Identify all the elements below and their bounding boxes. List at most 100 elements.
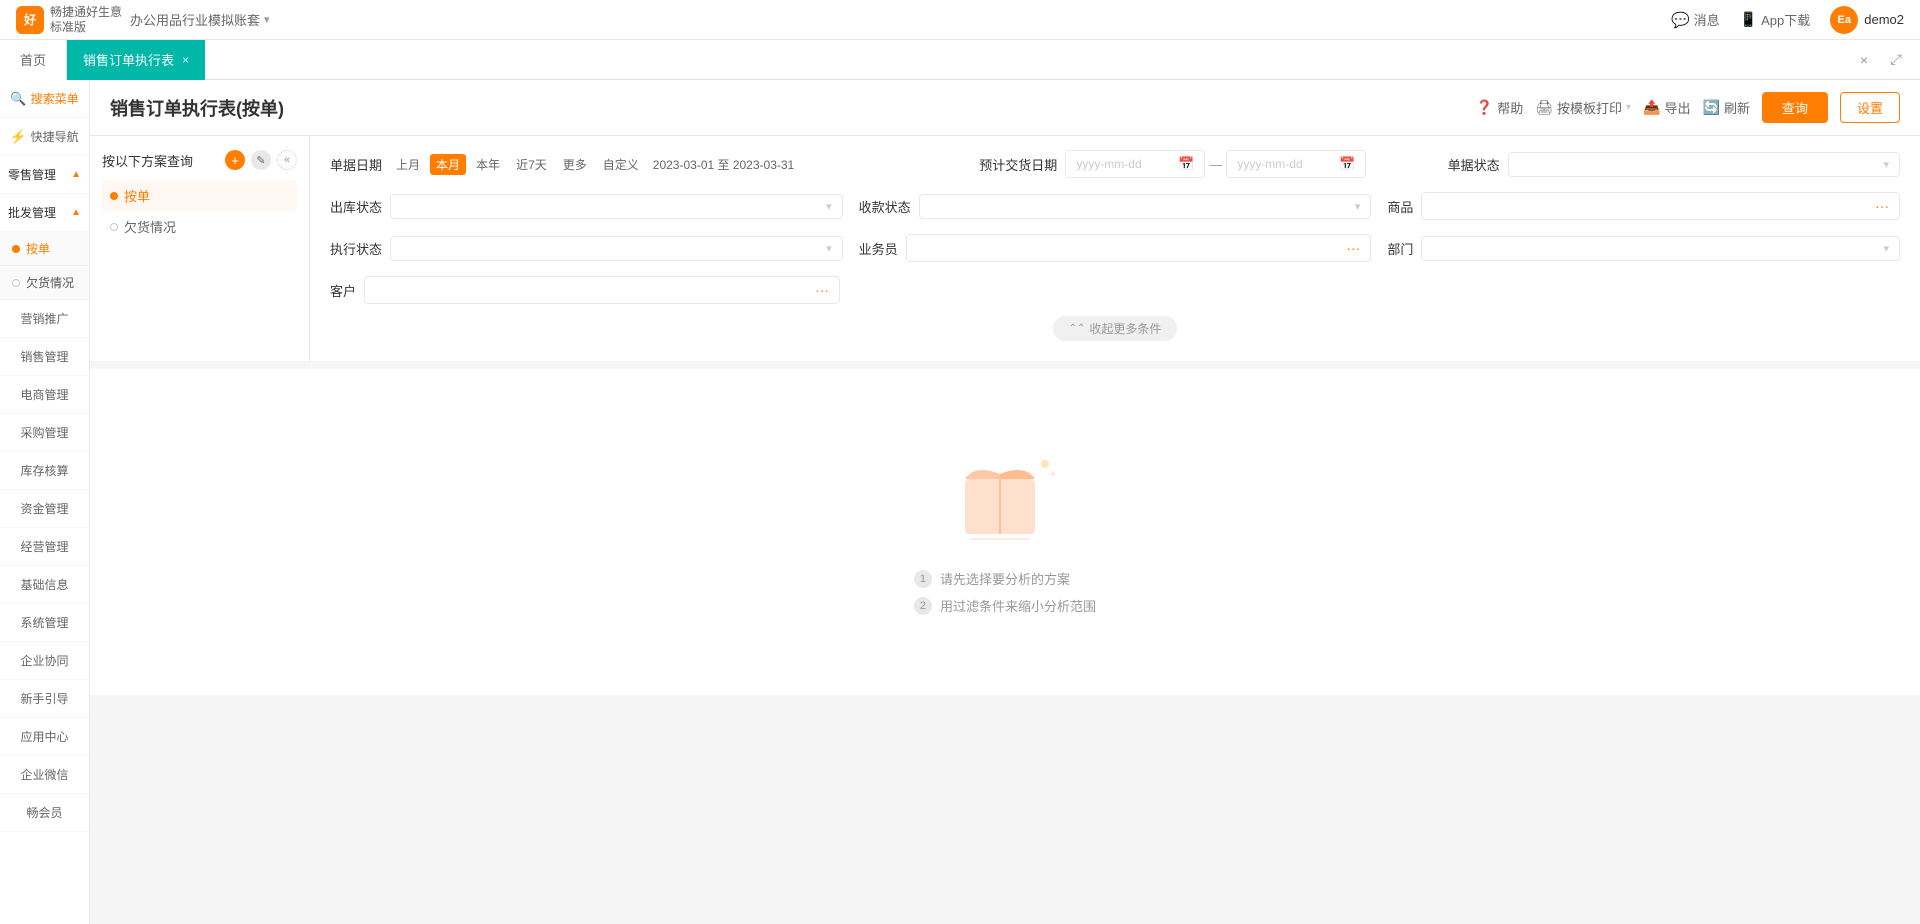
goods-label: 商品 <box>1387 197 1413 216</box>
sidebar-item-wholesale[interactable]: 批发管理 ▲ <box>0 194 89 232</box>
edit-scheme-button[interactable]: ✎ <box>251 150 271 170</box>
filter-field-collection-status: 收款状态 ▾ <box>859 194 1372 219</box>
message-button[interactable]: 💬 消息 <box>1671 10 1720 29</box>
tab-home[interactable]: 首页 <box>0 40 67 80</box>
salesperson-select[interactable]: ··· <box>906 234 1372 262</box>
user-profile[interactable]: Ea demo2 <box>1830 6 1904 34</box>
sidebar-item-arrears[interactable]: 欠货情况 <box>0 266 89 300</box>
app-download-button[interactable]: 📱 App下载 <box>1740 10 1811 29</box>
chevron-up-icon: ▲ <box>71 207 81 218</box>
logo-area: 好 畅捷通好生意 标准版 <box>16 5 122 34</box>
main-layout: 🔍 搜索菜单 ⚡ 快捷导航 零售管理 ▲ 批发管理 ▲ 按单 <box>0 80 1920 924</box>
logo-icon: 好 <box>16 6 44 34</box>
step-2-num: 2 <box>914 597 932 615</box>
breadcrumb: 办公用品行业模拟账套 ▾ <box>130 10 270 29</box>
empty-steps: 1 请先选择要分析的方案 2 用过滤条件来缩小分析范围 <box>914 569 1096 615</box>
collapse-up-icon: ⌃⌃ <box>1069 323 1086 334</box>
sidebar-item-enterprise[interactable]: 企业协同 <box>0 642 89 680</box>
sidebar-item-quicknav[interactable]: ⚡ 快捷导航 <box>0 118 89 156</box>
sidebar-item-finance[interactable]: 资金管理 <box>0 490 89 528</box>
collapse-scheme-button[interactable]: « <box>277 150 297 170</box>
goods-select[interactable]: ··· <box>1421 192 1900 220</box>
collapse-filter-button[interactable]: ⌃⌃ 收起更多条件 <box>1053 316 1178 341</box>
delivery-status-select[interactable]: ▾ <box>390 194 843 219</box>
step-1-num: 1 <box>914 570 932 588</box>
refresh-button[interactable]: 🔄 刷新 <box>1703 98 1750 117</box>
sidebar-item-sales[interactable]: 销售管理 <box>0 338 89 376</box>
chevron-icon: ▲ <box>71 169 81 180</box>
sidebar-item-purchase[interactable]: 采购管理 <box>0 414 89 452</box>
filter-row-2: 出库状态 ▾ 收款状态 ▾ <box>330 192 1900 220</box>
sidebar-item-newbie[interactable]: 新手引导 <box>0 680 89 718</box>
customer-ellipsis-icon: ··· <box>815 282 829 298</box>
filter-row-1: 单据日期 上月 本月 本年 近7天 更多 自定义 2023-03-01 至 20… <box>330 150 1900 178</box>
date-tab-more[interactable]: 更多 <box>557 154 593 175</box>
scheme-active-dot <box>110 192 118 200</box>
top-bar-left: 好 畅捷通好生意 标准版 办公用品行业模拟账套 ▾ <box>16 5 270 34</box>
document-status-select[interactable]: ▾ <box>1508 152 1900 177</box>
sidebar-item-retail[interactable]: 零售管理 ▲ <box>0 156 89 194</box>
scheme-arrears[interactable]: 欠货情况 <box>102 211 297 242</box>
filter-panel: 按以下方案查询 + ✎ « 按单 欠货情况 <box>90 136 1920 361</box>
avatar: Ea <box>1830 6 1858 34</box>
date-tab-custom[interactable]: 自定义 <box>597 154 645 175</box>
filter-right: 单据日期 上月 本月 本年 近7天 更多 自定义 2023-03-01 至 20… <box>310 136 1920 361</box>
delivery-status-label: 出库状态 <box>330 197 382 216</box>
query-button[interactable]: 查询 <box>1762 92 1828 123</box>
filter-field-salesperson: 业务员 ··· <box>859 234 1372 262</box>
date-tab-7days[interactable]: 近7天 <box>510 154 553 175</box>
sidebar-group-retail: 零售管理 ▲ <box>0 156 89 194</box>
help-button[interactable]: ❓ 帮助 <box>1476 98 1523 117</box>
scheme-actions: + ✎ « <box>225 150 297 170</box>
settings-button[interactable]: 设置 <box>1840 92 1900 123</box>
add-scheme-button[interactable]: + <box>225 150 245 170</box>
scheme-order[interactable]: 按单 <box>102 180 297 211</box>
department-select[interactable]: ▾ <box>1421 236 1900 261</box>
sidebar-item-operations[interactable]: 经营管理 <box>0 528 89 566</box>
collection-status-select[interactable]: ▾ <box>919 194 1372 219</box>
export-button[interactable]: 📤 导出 <box>1643 98 1690 117</box>
sidebar-group-wholesale: 批发管理 ▲ 按单 欠货情况 <box>0 194 89 300</box>
window-close-button[interactable]: × <box>1852 48 1876 72</box>
print-arrow-icon: ▾ <box>1626 102 1631 113</box>
scheme-inactive-dot <box>110 223 118 231</box>
sidebar-item-search[interactable]: 🔍 搜索菜单 <box>0 80 89 118</box>
page-content: 销售订单执行表(按单) ❓ 帮助 🖨 按模板打印 ▾ 📤 导出 <box>90 80 1920 695</box>
search-icon: 🔍 <box>10 91 26 107</box>
sidebar-item-marketing[interactable]: 营销推广 <box>0 300 89 338</box>
refresh-icon: 🔄 <box>1703 99 1720 116</box>
expected-delivery-start[interactable]: yyyy-mm-dd 📅 <box>1065 150 1205 178</box>
window-maximize-button[interactable]: ⤢ <box>1884 48 1908 72</box>
top-bar: 好 畅捷通好生意 标准版 办公用品行业模拟账套 ▾ 💬 消息 📱 App下载 E… <box>0 0 1920 40</box>
filter-field-customer: 客户 ··· <box>330 276 840 304</box>
sidebar-item-apps[interactable]: 应用中心 <box>0 718 89 756</box>
filter-field-doc-status: 单据状态 ▾ <box>1448 152 1900 177</box>
sidebar-item-inventory[interactable]: 库存核算 <box>0 452 89 490</box>
date-tab-last-month[interactable]: 上月 <box>390 154 426 175</box>
sidebar-item-member[interactable]: 畅会员 <box>0 794 89 832</box>
empty-step-1: 1 请先选择要分析的方案 <box>914 569 1096 588</box>
calendar-end-icon: 📅 <box>1339 156 1355 172</box>
tab-close-button[interactable]: × <box>182 53 189 67</box>
date-tab-this-year[interactable]: 本年 <box>470 154 506 175</box>
message-icon: 💬 <box>1671 11 1690 29</box>
sidebar-item-order[interactable]: 按单 <box>0 232 89 266</box>
sidebar-item-basic[interactable]: 基础信息 <box>0 566 89 604</box>
tab-sales-order[interactable]: 销售订单执行表 × <box>67 40 205 80</box>
print-button[interactable]: 🖨 按模板打印 ▾ <box>1535 98 1631 117</box>
arrears-dot-icon <box>12 279 20 287</box>
customer-select[interactable]: ··· <box>364 276 840 304</box>
expected-delivery-label: 预计交货日期 <box>979 155 1057 174</box>
expected-delivery-end[interactable]: yyyy-mm-dd 📅 <box>1226 150 1366 178</box>
order-dot-icon <box>12 245 20 253</box>
filter-left-header: 按以下方案查询 + ✎ « <box>102 150 297 170</box>
sidebar-item-wechat[interactable]: 企业微信 <box>0 756 89 794</box>
quicknav-icon: ⚡ <box>10 129 26 145</box>
sidebar-item-system[interactable]: 系统管理 <box>0 604 89 642</box>
export-icon: 📤 <box>1643 99 1660 116</box>
page-header: 销售订单执行表(按单) ❓ 帮助 🖨 按模板打印 ▾ 📤 导出 <box>90 80 1920 136</box>
dropdown-arrow-icon: ▾ <box>1883 158 1889 171</box>
execution-status-select[interactable]: ▾ <box>390 236 843 261</box>
sidebar-item-ecommerce[interactable]: 电商管理 <box>0 376 89 414</box>
date-tab-this-month[interactable]: 本月 <box>430 154 466 175</box>
